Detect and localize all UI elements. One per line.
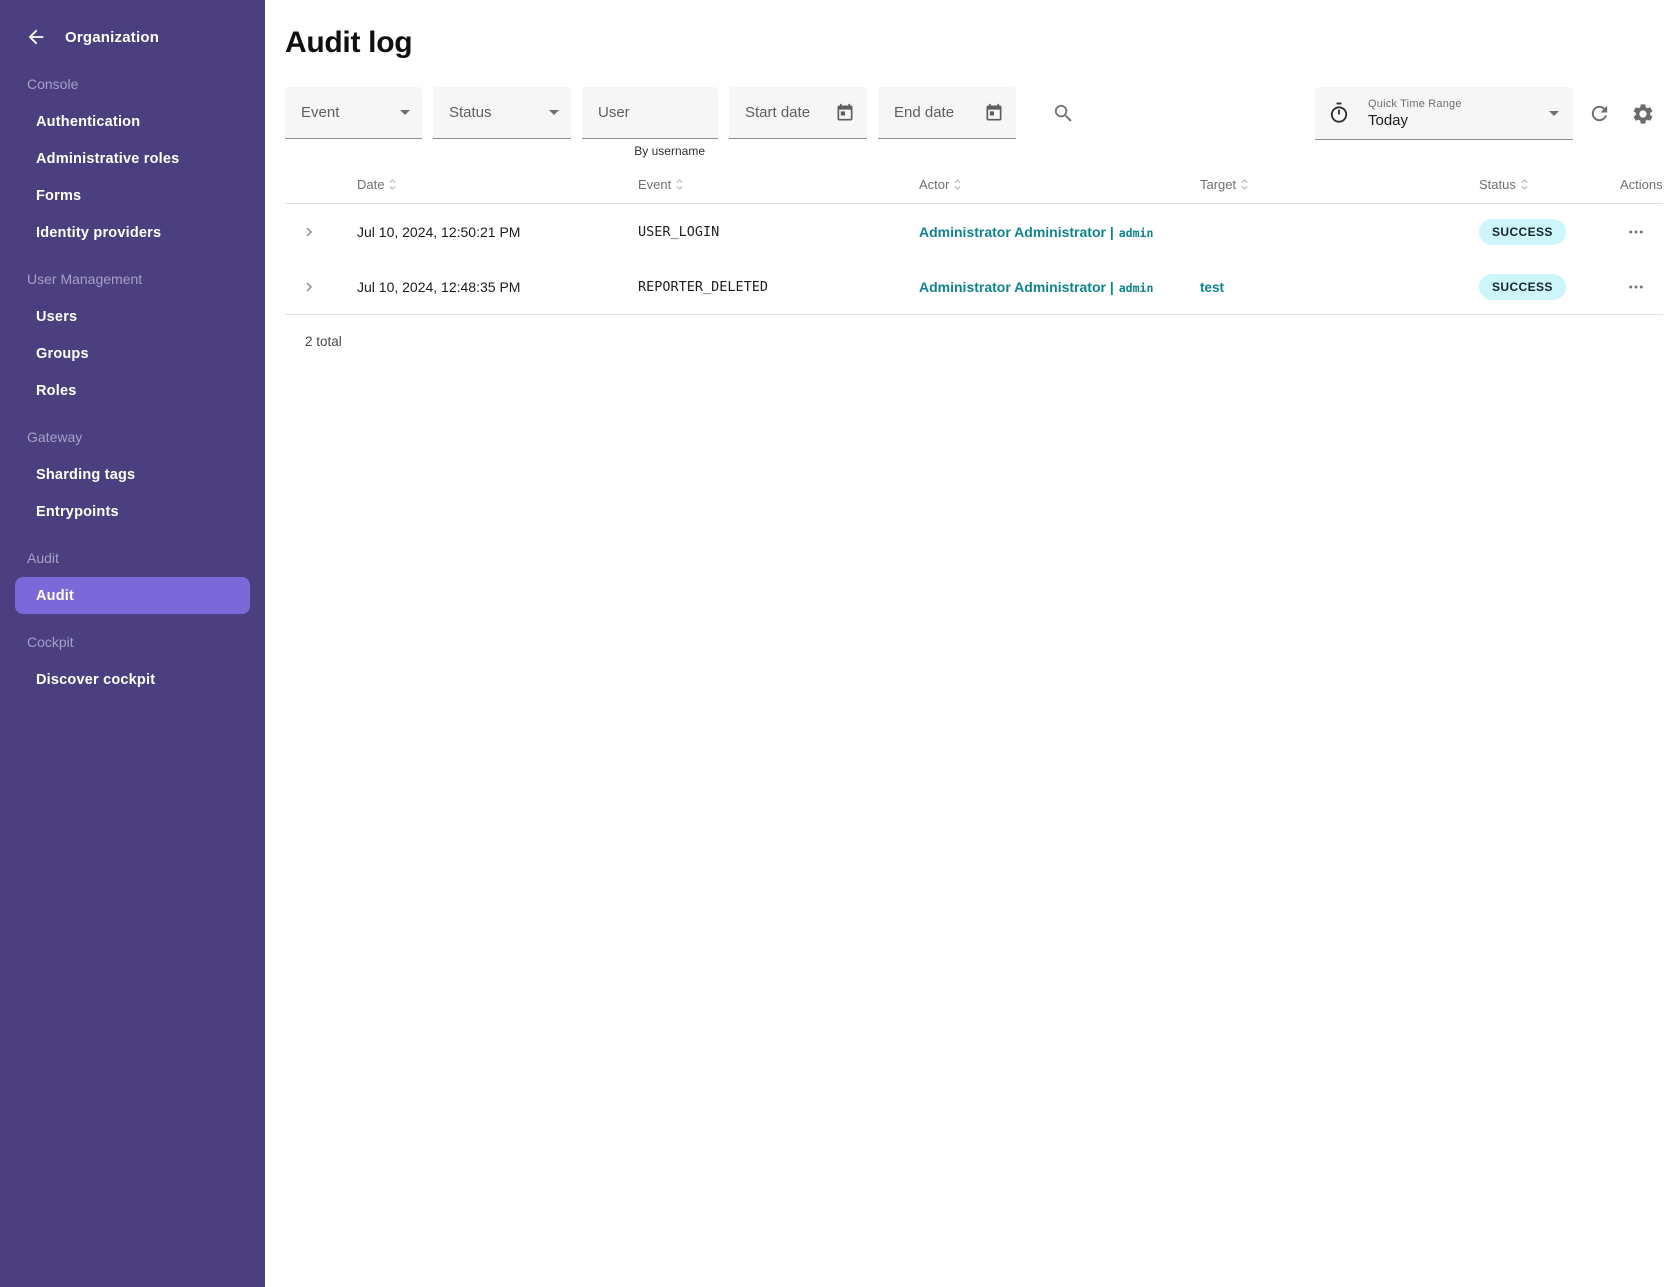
table-body: Jul 10, 2024, 12:50:21 PM USER_LOGIN Adm… [285,204,1663,315]
actor-link[interactable]: Administrator Administrator | admin [919,279,1200,295]
more-horizontal-icon [1627,278,1645,296]
user-filter-hint: By username [634,144,705,158]
sidebar-item-forms[interactable]: Forms [15,177,250,214]
row-actions-button[interactable] [1620,216,1652,248]
sidebar-section-cockpit: Cockpit Discover cockpit [0,624,265,698]
table-row: Jul 10, 2024, 12:50:21 PM USER_LOGIN Adm… [285,204,1663,259]
audit-event: REPORTER_DELETED [638,279,919,295]
section-label-cockpit: Cockpit [0,624,265,661]
sidebar-item-discover-cockpit[interactable]: Discover cockpit [15,661,250,698]
row-actions-button[interactable] [1620,271,1652,303]
user-filter-input[interactable] [598,104,706,121]
sidebar-section-user-management: User Management Users Groups Roles [0,261,265,409]
event-filter-select[interactable]: Event [285,87,422,139]
sidebar-item-groups[interactable]: Groups [15,335,250,372]
actor-name: Administrator Administrator | [919,279,1114,295]
sidebar-item-identity-providers[interactable]: Identity providers [15,214,250,251]
audit-date: Jul 10, 2024, 12:48:35 PM [357,279,638,295]
status-filter-select[interactable]: Status [433,87,571,139]
section-label-gateway: Gateway [0,419,265,456]
status-filter-label: Status [449,104,492,121]
column-header-actions: Actions [1620,177,1663,192]
stopwatch-icon [1327,101,1351,125]
quick-time-range-select[interactable]: Quick Time Range Today [1315,87,1573,140]
quick-time-range-label: Quick Time Range [1368,98,1462,110]
settings-button[interactable] [1623,94,1663,134]
sidebar-item-sharding-tags[interactable]: Sharding tags [15,456,250,493]
chevron-right-icon [303,281,315,293]
audit-date: Jul 10, 2024, 12:50:21 PM [357,224,638,240]
calendar-icon[interactable] [984,103,1004,123]
status-badge: SUCCESS [1479,274,1566,300]
sidebar-item-users[interactable]: Users [15,298,250,335]
sort-icon [1240,178,1249,191]
sidebar-section-gateway: Gateway Sharding tags Entrypoints [0,419,265,530]
sidebar-section-console: Console Authentication Administrative ro… [0,66,265,251]
status-badge: SUCCESS [1479,219,1566,245]
actor-link[interactable]: Administrator Administrator | admin [919,224,1200,240]
end-date-field[interactable]: End date [878,87,1016,139]
back-button[interactable] [22,23,50,51]
sidebar-item-entrypoints[interactable]: Entrypoints [15,493,250,530]
audit-event: USER_LOGIN [638,224,919,240]
actor-username: admin [1119,226,1154,240]
calendar-icon[interactable] [835,103,855,123]
page-title: Audit log [285,26,1663,61]
more-horizontal-icon [1627,223,1645,241]
section-label-audit: Audit [0,540,265,577]
column-header-date[interactable]: Date [357,177,638,192]
chevron-right-icon [303,226,315,238]
search-button[interactable] [1049,100,1077,128]
start-date-field[interactable]: Start date [729,87,867,139]
arrow-left-icon [25,26,47,48]
sort-icon [388,178,397,191]
start-date-label: Start date [745,104,810,121]
caret-down-icon [1549,111,1559,116]
end-date-label: End date [894,104,954,121]
gear-icon [1631,102,1655,126]
user-filter-field: By username [582,87,718,139]
sidebar-nav: Console Authentication Administrative ro… [0,66,265,698]
table-total: 2 total [285,315,1663,349]
actor-name: Administrator Administrator | [919,224,1114,240]
quick-time-range-value: Today [1368,112,1462,129]
refresh-icon [1588,102,1611,125]
sort-icon [675,178,684,191]
search-icon [1052,102,1075,125]
sidebar-header: Organization [0,18,265,56]
refresh-button[interactable] [1581,96,1617,132]
filter-bar: Event Status By username Start date End … [285,87,1663,140]
sidebar: Organization Console Authentication Admi… [0,0,265,1287]
caret-down-icon [549,110,559,115]
sidebar-item-authentication[interactable]: Authentication [15,103,250,140]
column-header-status[interactable]: Status [1479,177,1620,192]
sidebar-item-roles[interactable]: Roles [15,372,250,409]
row-expand-button[interactable] [296,274,322,300]
target-link[interactable]: test [1200,280,1224,295]
sort-icon [1520,178,1529,191]
column-header-actor[interactable]: Actor [919,177,1200,192]
sidebar-section-audit: Audit Audit [0,540,265,614]
section-label-user-management: User Management [0,261,265,298]
row-expand-button[interactable] [296,219,322,245]
column-header-event[interactable]: Event [638,177,919,192]
actor-username: admin [1119,281,1154,295]
quick-time-range-texts: Quick Time Range Today [1368,98,1462,129]
organization-title: Organization [65,29,159,46]
table-row: Jul 10, 2024, 12:48:35 PM REPORTER_DELET… [285,259,1663,314]
caret-down-icon [400,110,410,115]
sort-icon [953,178,962,191]
sidebar-item-administrative-roles[interactable]: Administrative roles [15,140,250,177]
table-header-row: Date Event Actor Target Status Actions [285,166,1663,204]
audit-table: Date Event Actor Target Status Actions [285,166,1663,349]
section-label-console: Console [0,66,265,103]
event-filter-label: Event [301,104,339,121]
column-header-target[interactable]: Target [1200,177,1479,192]
main-content: Audit log Event Status By username Start… [265,0,1680,1287]
sidebar-item-audit[interactable]: Audit [15,577,250,614]
